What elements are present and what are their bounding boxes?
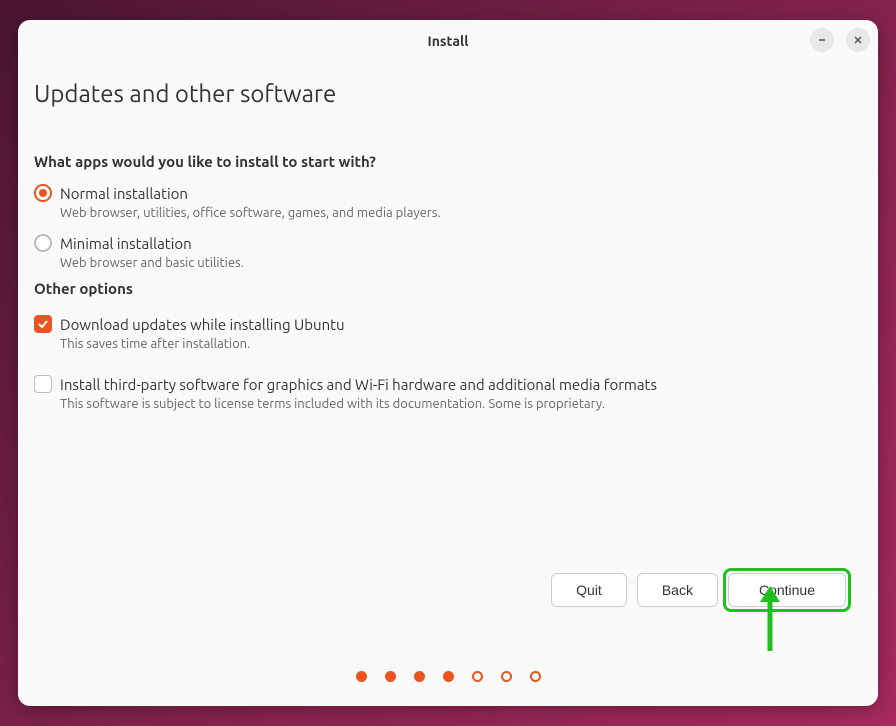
page-title: Updates and other software: [34, 80, 862, 107]
radio-icon: [34, 184, 52, 202]
progress-dot: [501, 671, 512, 682]
checkbox-download-updates[interactable]: Download updates while installing Ubuntu: [34, 315, 862, 333]
checkbox-label: Install third-party software for graphic…: [60, 376, 657, 393]
checkbox-third-party-desc: This software is subject to license term…: [60, 397, 862, 411]
continue-highlight: Continue: [723, 568, 851, 612]
radio-minimal-desc: Web browser and basic utilities.: [60, 256, 862, 270]
checkbox-download-desc: This saves time after installation.: [60, 337, 862, 351]
footer-buttons: Quit Back Continue: [34, 557, 862, 607]
check-icon: [37, 318, 49, 330]
window-title: Install: [428, 33, 469, 49]
close-button[interactable]: [846, 28, 870, 52]
back-button[interactable]: Back: [637, 573, 718, 607]
content-area: Updates and other software What apps wou…: [18, 62, 878, 706]
progress-dot: [472, 671, 483, 682]
checkbox-third-party[interactable]: Install third-party software for graphic…: [34, 375, 862, 393]
radio-minimal-installation[interactable]: Minimal installation: [34, 234, 862, 252]
checkbox-label: Download updates while installing Ubuntu: [60, 316, 345, 333]
window-controls: [810, 28, 870, 52]
minimize-button[interactable]: [810, 28, 834, 52]
checkbox-icon: [34, 375, 52, 393]
checkbox-icon: [34, 315, 52, 333]
radio-label: Normal installation: [60, 185, 188, 202]
progress-dot: [530, 671, 541, 682]
radio-icon: [34, 234, 52, 252]
titlebar: Install: [18, 20, 878, 62]
close-icon: [853, 35, 863, 45]
apps-section-heading: What apps would you like to install to s…: [34, 153, 862, 170]
progress-dot: [385, 671, 396, 682]
radio-normal-installation[interactable]: Normal installation: [34, 184, 862, 202]
radio-label: Minimal installation: [60, 235, 192, 252]
radio-normal-desc: Web browser, utilities, office software,…: [60, 206, 862, 220]
other-options-heading: Other options: [34, 280, 862, 297]
progress-dot: [356, 671, 367, 682]
quit-button[interactable]: Quit: [551, 573, 627, 607]
progress-dot: [443, 671, 454, 682]
progress-indicator: [34, 607, 862, 706]
progress-dot: [414, 671, 425, 682]
continue-button[interactable]: Continue: [728, 573, 846, 607]
installer-window: Install Updates and other software What …: [18, 20, 878, 706]
minimize-icon: [817, 35, 827, 45]
